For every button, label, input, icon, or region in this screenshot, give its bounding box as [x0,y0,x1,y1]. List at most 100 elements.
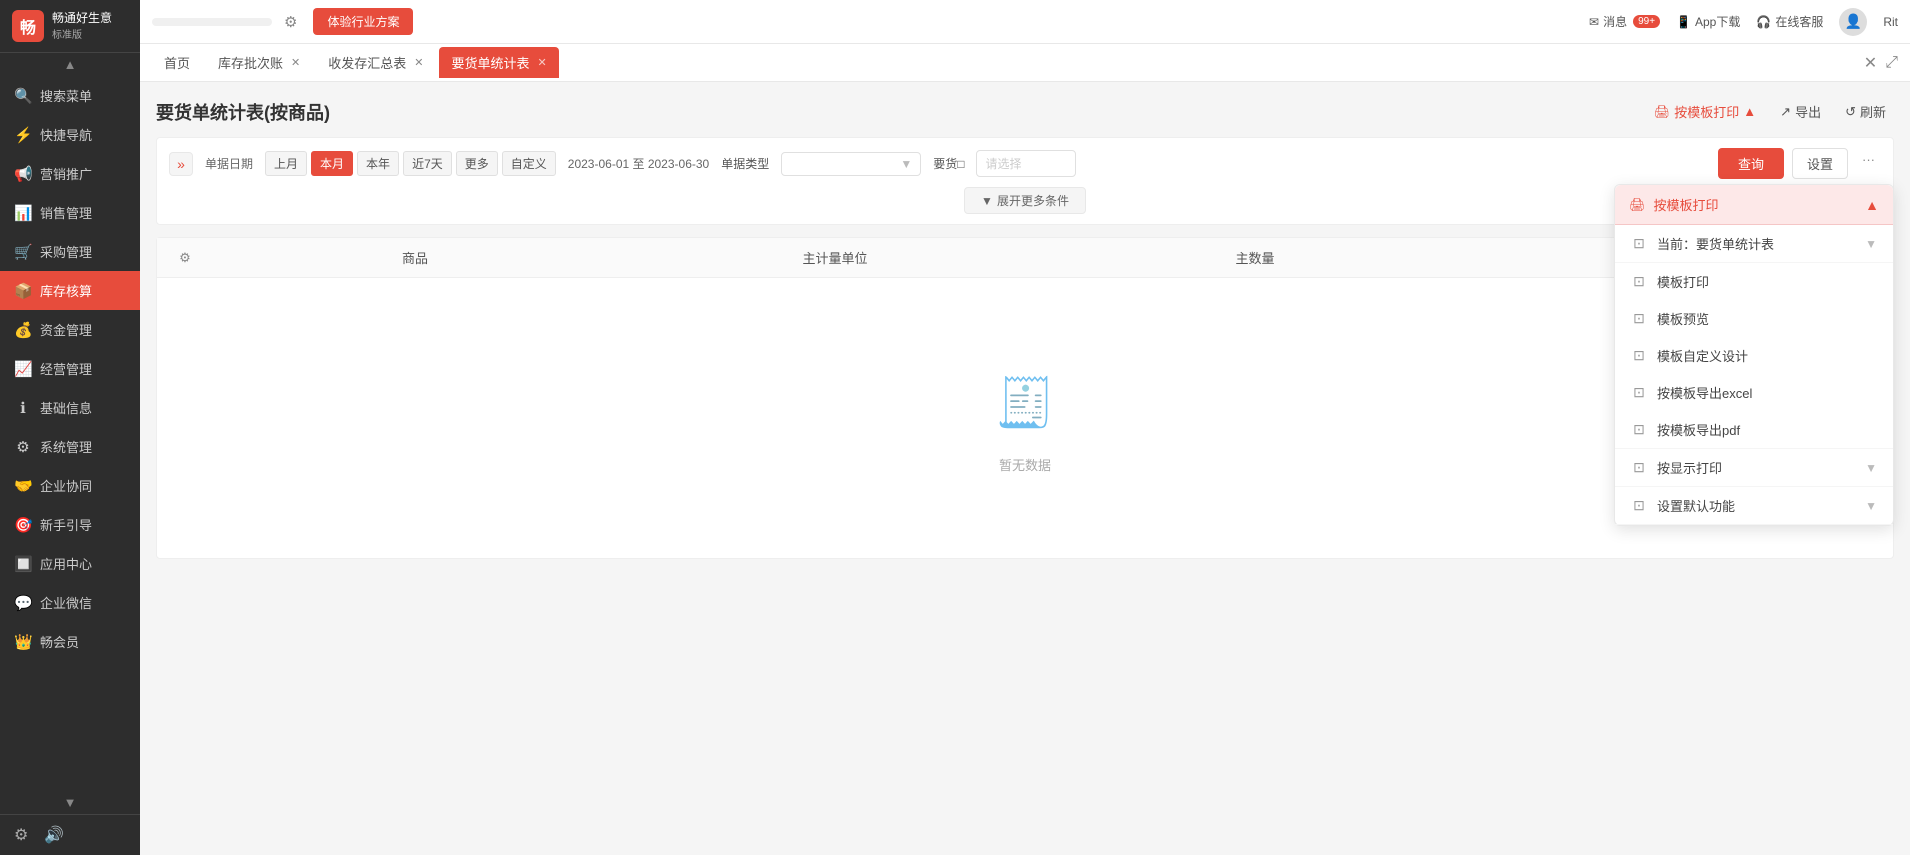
dropdown-template-design[interactable]: ⊡ 模板自定义设计 [1615,337,1893,374]
apps-icon: 🔲 [14,555,32,573]
sidebar-item-apps[interactable]: 🔲 应用中心 [0,544,140,583]
default-func-icon: ⊡ [1631,497,1647,514]
date-btn-prev-month[interactable]: 上月 [265,151,307,176]
headset-icon: 🎧 [1756,15,1771,29]
dropdown-template-print[interactable]: ⊡ 模板打印 [1615,263,1893,300]
sidebar-item-label: 库存核算 [40,281,92,300]
sidebar-item-search[interactable]: 🔍 搜索菜单 [0,76,140,115]
quick-nav-icon: ⚡ [14,126,32,144]
dropdown-default-func[interactable]: ⊡ 设置默认功能 ▼ [1615,487,1893,524]
settings-gear-icon[interactable]: ⚙ [14,825,28,845]
date-btn-7days[interactable]: 近7天 [403,151,452,176]
sidebar-item-label: 基础信息 [40,398,92,417]
filter-expand-icon-btn[interactable]: » [169,152,193,176]
operations-icon: 📈 [14,360,32,378]
topbar-gear-icon[interactable]: ⚙ [284,13,297,31]
col-unit: 主计量单位 [625,248,1045,267]
page-header: 要货单统计表(按商品) 🖨 按模板打印 ▲ ↗ 导出 ↺ 刷新 [156,98,1894,125]
expand-more-btn[interactable]: ▼ 展开更多条件 [964,187,1086,214]
scroll-down-btn[interactable]: ▼ [0,791,140,814]
tab-home[interactable]: 首页 [152,47,202,78]
dropdown-display-print[interactable]: ⊡ 按显示打印 ▼ [1615,449,1893,486]
query-button[interactable]: 查询 [1718,148,1784,179]
print-template-label: 按模板打印 [1674,102,1739,121]
online-service-label: 在线客服 [1775,13,1823,30]
sidebar-item-purchase[interactable]: 🛒 采购管理 [0,232,140,271]
message-btn[interactable]: ✉ 消息 99+ [1589,13,1660,30]
sidebar-item-system[interactable]: ⚙ 系统管理 [0,427,140,466]
print-chevron-up-icon: ▲ [1743,104,1756,119]
topbar-right: ✉ 消息 99+ 📱 App下载 🎧 在线客服 👤 Rit [1589,8,1898,36]
sidebar-item-wechat[interactable]: 💬 企业微信 [0,583,140,622]
col-quantity: 主数量 [1045,248,1465,267]
export-icon: ↗ [1780,104,1791,120]
more-options-icon[interactable]: ··· [1856,148,1881,179]
tab-close-window-btn[interactable]: ✕ [1864,53,1877,73]
sidebar-item-inventory[interactable]: 📦 库存核算 [0,271,140,310]
tab-collect-label: 收发存汇总表 [328,53,406,72]
date-btn-this-year[interactable]: 本年 [357,151,399,176]
print-template-btn[interactable]: 🖨 按模板打印 ▲ [1646,98,1764,125]
sidebar-item-basic[interactable]: ℹ 基础信息 [0,388,140,427]
tab-expand-btn[interactable]: ⤢ [1885,54,1898,72]
app-name: 畅通好生意 [52,11,112,27]
date-btn-custom[interactable]: 自定义 [502,151,556,176]
dropdown-default-left: ⊡ 设置默认功能 [1631,496,1735,515]
sidebar-item-operations[interactable]: 📈 经营管理 [0,349,140,388]
refresh-btn[interactable]: ↺ 刷新 [1837,98,1894,125]
dropdown-template-preview[interactable]: ⊡ 模板预览 [1615,300,1893,337]
dropdown-template-excel[interactable]: ⊡ 按模板导出excel [1615,374,1893,411]
sidebar-item-members[interactable]: 👑 畅会员 [0,622,140,661]
col-product: 商品 [205,248,625,267]
sidebar-item-sales[interactable]: 📊 销售管理 [0,193,140,232]
sidebar-item-marketing[interactable]: 📢 营销推广 [0,154,140,193]
sidebar-item-enterprise[interactable]: 🤝 企业协同 [0,466,140,505]
sidebar-item-label: 营销推广 [40,164,92,183]
doc-type-label: 单据类型 [721,155,769,172]
online-service-btn[interactable]: 🎧 在线客服 [1756,13,1823,30]
dropdown-header[interactable]: 🖨 按模板打印 ▲ [1615,185,1893,225]
print-dropdown-panel: 🖨 按模板打印 ▲ ⊡ 当前：要货单统计表 ▼ ⊡ 模板打印 [1614,184,1894,526]
sidebar-item-label: 搜索菜单 [40,86,92,105]
date-range-display: 2023-06-01 至 2023-06-30 [568,155,709,172]
sidebar-item-guide[interactable]: 🎯 新手引导 [0,505,140,544]
order-status-label: 要货□ [933,155,964,172]
tab-order-stats-close[interactable]: ✕ [538,56,547,69]
tab-home-label: 首页 [164,53,190,72]
message-icon: ✉ [1589,15,1599,29]
sidebar-item-finance[interactable]: 💰 资金管理 [0,310,140,349]
order-status-input[interactable]: 请选择 [976,150,1076,177]
select-chevron-icon: ▼ [900,157,912,171]
tab-batch-close[interactable]: ✕ [291,56,300,69]
date-btn-more[interactable]: 更多 [456,151,498,176]
doc-type-select[interactable]: ▼ [781,152,921,176]
dropdown-template-pdf[interactable]: ⊡ 按模板导出pdf [1615,411,1893,448]
dropdown-current-section: ⊡ 当前：要货单统计表 ▼ [1615,225,1893,263]
template-print-icon: ⊡ [1631,273,1647,290]
tab-collect[interactable]: 收发存汇总表 ✕ [316,47,435,78]
topbar: ⚙ 体验行业方案 ✉ 消息 99+ 📱 App下载 🎧 在线客服 👤 Rit [140,0,1910,44]
app-download-btn[interactable]: 📱 App下载 [1676,13,1740,30]
sidebar-item-label: 畅会员 [40,632,79,651]
template-design-icon: ⊡ [1631,347,1647,364]
dropdown-default-func-section: ⊡ 设置默认功能 ▼ [1615,487,1893,525]
table-settings-icon[interactable]: ⚙ [165,250,205,266]
tab-collect-close[interactable]: ✕ [414,56,423,69]
topbar-search[interactable] [152,18,272,26]
message-label: 消息 [1603,13,1627,30]
date-btn-this-month[interactable]: 本月 [311,151,353,176]
template-print-label: 模板打印 [1657,272,1709,291]
scroll-up-btn[interactable]: ▲ [0,53,140,76]
sidebar-item-label: 企业微信 [40,593,92,612]
sound-icon[interactable]: 🔊 [44,825,64,845]
sidebar-item-quick-nav[interactable]: ⚡ 快捷导航 [0,115,140,154]
export-btn[interactable]: ↗ 导出 [1772,98,1829,125]
dropdown-current-item[interactable]: ⊡ 当前：要货单统计表 ▼ [1615,225,1893,262]
tab-batch[interactable]: 库存批次账 ✕ [206,47,312,78]
dropdown-chevron-icon: ▲ [1865,197,1879,213]
download-icon: 📱 [1676,15,1691,29]
settings-button[interactable]: 设置 [1792,148,1848,179]
tab-order-stats[interactable]: 要货单统计表 ✕ [439,47,558,78]
user-avatar[interactable]: 👤 [1839,8,1867,36]
promo-button[interactable]: 体验行业方案 [313,8,413,35]
